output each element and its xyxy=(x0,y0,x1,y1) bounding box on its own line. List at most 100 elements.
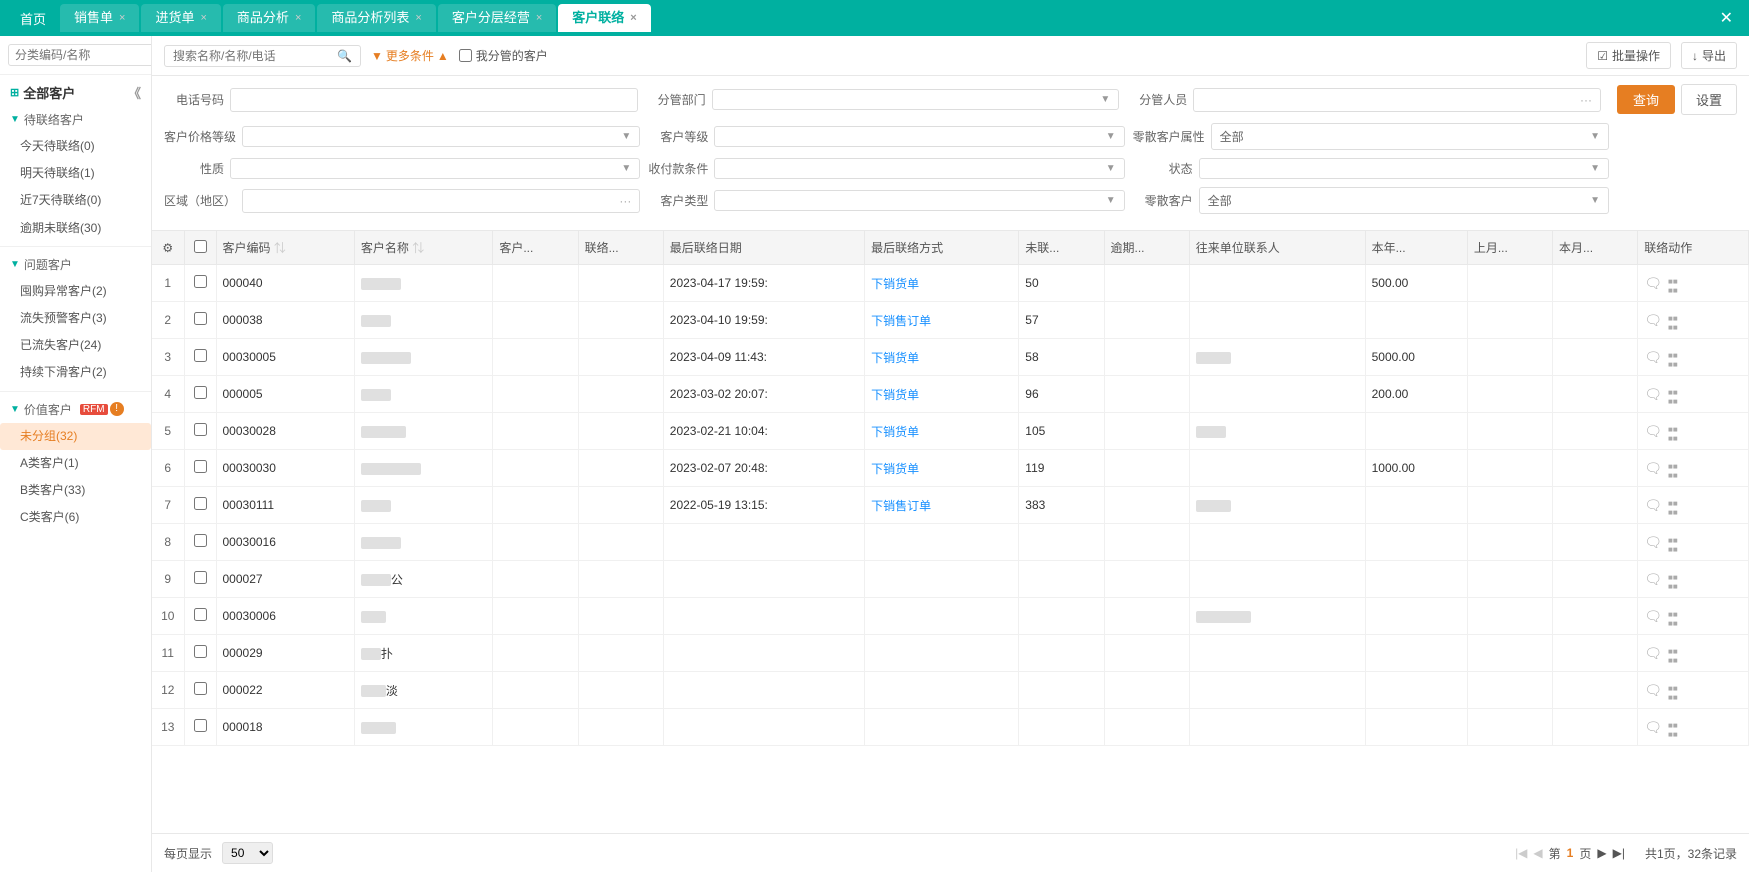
status-select[interactable]: ▼ xyxy=(1199,158,1609,179)
sidebar-item-7days[interactable]: 近7天待联络(0) xyxy=(0,187,151,214)
contact-phone-icon[interactable]: 🗨 xyxy=(1644,312,1662,329)
tab-customer-contact[interactable]: 客户联络 × xyxy=(558,4,650,32)
grid-action-icon[interactable]: ■■■■ xyxy=(1668,345,1688,369)
contact-phone-icon[interactable]: 🗨 xyxy=(1644,571,1662,588)
sidebar-item-class-c[interactable]: C类客户(6) xyxy=(0,504,151,531)
manager-dots-icon[interactable]: ··· xyxy=(1580,93,1592,107)
grid-action-icon[interactable]: ■■■■ xyxy=(1668,641,1688,665)
last-method-link[interactable]: 下销货单 xyxy=(871,388,919,402)
row-checkbox[interactable] xyxy=(194,275,207,288)
grid-action-icon[interactable]: ■■■■ xyxy=(1668,715,1688,739)
payment-select[interactable]: ▼ xyxy=(714,158,1124,179)
close-customer-contact-icon[interactable]: × xyxy=(630,4,636,32)
contact-phone-icon[interactable]: 🗨 xyxy=(1644,423,1662,440)
reset-btn[interactable]: 设置 xyxy=(1681,84,1737,115)
last-method-link[interactable]: 下销货单 xyxy=(871,425,919,439)
close-purchase-order-icon[interactable]: × xyxy=(200,4,206,32)
phone-input[interactable] xyxy=(230,88,638,112)
grid-action-icon[interactable]: ■■■■ xyxy=(1668,493,1688,517)
sidebar-item-class-b[interactable]: B类客户(33) xyxy=(0,477,151,504)
tab-customer-segment[interactable]: 客户分层经营 × xyxy=(438,4,556,32)
col-checkbox[interactable] xyxy=(184,231,216,265)
close-product-list-icon[interactable]: × xyxy=(415,4,421,32)
sidebar-item-class-a[interactable]: A类客户(1) xyxy=(0,450,151,477)
group-problem-customers[interactable]: ▼ 问题客户 xyxy=(0,251,151,278)
grid-action-icon[interactable]: ■■■■ xyxy=(1668,382,1688,406)
row-checkbox[interactable] xyxy=(194,608,207,621)
row-checkbox[interactable] xyxy=(194,386,207,399)
row-checkbox[interactable] xyxy=(194,682,207,695)
batch-operation-btn[interactable]: ☑ 批量操作 xyxy=(1586,42,1671,69)
export-btn[interactable]: ↓ 导出 xyxy=(1681,42,1737,69)
contact-phone-icon[interactable]: 🗨 xyxy=(1644,497,1662,514)
grid-action-icon[interactable]: ■■■■ xyxy=(1668,567,1688,591)
window-close-icon[interactable]: ✕ xyxy=(1712,8,1741,28)
sidebar-item-today[interactable]: 今天待联络(0) xyxy=(0,133,151,160)
sidebar-item-declining[interactable]: 持续下滑客户(2) xyxy=(0,359,151,386)
contact-phone-icon[interactable]: 🗨 xyxy=(1644,275,1662,292)
sidebar-item-tomorrow[interactable]: 明天待联络(1) xyxy=(0,160,151,187)
row-checkbox[interactable] xyxy=(194,645,207,658)
row-checkbox[interactable] xyxy=(194,571,207,584)
contact-phone-icon[interactable]: 🗨 xyxy=(1644,534,1662,551)
tab-purchase-order[interactable]: 进货单 × xyxy=(141,4,220,32)
close-customer-segment-icon[interactable]: × xyxy=(536,4,542,32)
contact-phone-icon[interactable]: 🗨 xyxy=(1644,386,1662,403)
retail-customer-select[interactable]: 全部 ▼ xyxy=(1199,187,1609,214)
sidebar-item-churn-warning[interactable]: 流失预警客户(3) xyxy=(0,305,151,332)
last-method-link[interactable]: 下销售订单 xyxy=(871,314,931,328)
last-method-link[interactable]: 下销货单 xyxy=(871,351,919,365)
contact-phone-icon[interactable]: 🗨 xyxy=(1644,719,1662,736)
customer-level-select[interactable]: ▼ xyxy=(714,126,1124,147)
grid-action-icon[interactable]: ■■■■ xyxy=(1668,419,1688,443)
sidebar-item-overdue[interactable]: 逾期未联络(30) xyxy=(0,215,151,242)
grid-action-icon[interactable]: ■■■■ xyxy=(1668,530,1688,554)
category-search-input[interactable] xyxy=(8,44,152,66)
contact-phone-icon[interactable]: 🗨 xyxy=(1644,608,1662,625)
grid-action-icon[interactable]: ■■■■ xyxy=(1668,604,1688,628)
row-checkbox[interactable] xyxy=(194,423,207,436)
home-tab[interactable]: 首页 xyxy=(8,9,58,28)
last-method-link[interactable]: 下销货单 xyxy=(871,462,919,476)
nature-select[interactable]: ▼ xyxy=(230,158,640,179)
row-checkbox[interactable] xyxy=(194,460,207,473)
sidebar-item-ungrouped[interactable]: 未分组(32) xyxy=(0,423,151,450)
contact-phone-icon[interactable]: 🗨 xyxy=(1644,682,1662,699)
last-method-link[interactable]: 下销货单 xyxy=(871,277,919,291)
sidebar-item-hoarding[interactable]: 囤购异常客户(2) xyxy=(0,278,151,305)
tab-product-analysis-list[interactable]: 商品分析列表 × xyxy=(317,4,435,32)
grid-action-icon[interactable]: ■■■■ xyxy=(1668,678,1688,702)
last-page-btn[interactable]: ▶| xyxy=(1613,846,1625,860)
region-dots-icon[interactable]: ··· xyxy=(619,194,631,208)
customer-type-select[interactable]: ▼ xyxy=(714,190,1124,211)
next-page-btn[interactable]: ▶ xyxy=(1597,846,1606,860)
row-checkbox[interactable] xyxy=(194,497,207,510)
dept-select[interactable]: ▼ xyxy=(712,89,1120,110)
more-conditions-btn[interactable]: ▼ 更多条件 ▲ xyxy=(371,47,449,64)
tab-product-analysis[interactable]: 商品分析 × xyxy=(223,4,315,32)
my-customers-checkbox[interactable] xyxy=(459,49,472,62)
group-value-customers[interactable]: ▼ 价值客户 RFM ! xyxy=(0,396,151,423)
sidebar-collapse-icon[interactable]: 《 xyxy=(128,83,141,102)
search-box-icon[interactable]: 🔍 xyxy=(337,49,352,63)
retail-attr-select[interactable]: 全部 ▼ xyxy=(1211,123,1609,150)
row-checkbox[interactable] xyxy=(194,719,207,732)
col-name[interactable]: 客户名称 ⇅ xyxy=(354,231,492,265)
grid-action-icon[interactable]: ■■■■ xyxy=(1668,308,1688,332)
manager-select[interactable]: ··· xyxy=(1193,88,1601,112)
query-btn[interactable]: 查询 xyxy=(1617,85,1675,114)
close-product-analysis-icon[interactable]: × xyxy=(295,4,301,32)
per-page-select[interactable]: 50 20 100 xyxy=(222,842,273,864)
row-checkbox[interactable] xyxy=(194,349,207,362)
sidebar-item-churned[interactable]: 已流失客户(24) xyxy=(0,332,151,359)
contact-phone-icon[interactable]: 🗨 xyxy=(1644,349,1662,366)
first-page-btn[interactable]: |◀ xyxy=(1515,846,1527,860)
my-customers-filter[interactable]: 我分管的客户 xyxy=(459,47,548,64)
tab-sales-order[interactable]: 销售单 × xyxy=(60,4,139,32)
select-all-checkbox[interactable] xyxy=(194,240,207,253)
col-code[interactable]: 客户编码 ⇅ xyxy=(216,231,354,265)
col-settings[interactable]: ⚙ xyxy=(152,231,184,265)
grid-action-icon[interactable]: ■■■■ xyxy=(1668,456,1688,480)
contact-phone-icon[interactable]: 🗨 xyxy=(1644,460,1662,477)
customer-search-input[interactable] xyxy=(173,49,333,63)
